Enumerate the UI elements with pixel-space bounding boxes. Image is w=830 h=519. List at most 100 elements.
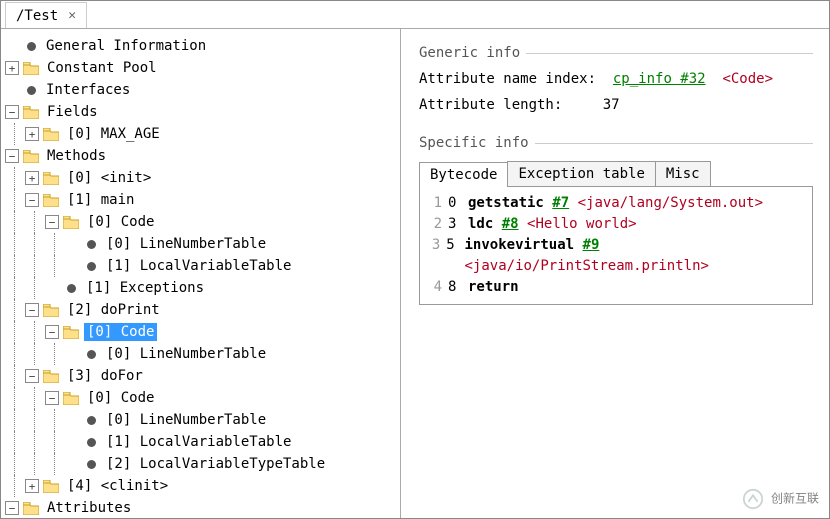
folder-icon	[23, 62, 39, 75]
attr-name-index-row: Attribute name index: cp_info #32 <Code>	[419, 71, 813, 87]
bullet-icon	[87, 416, 96, 425]
tree-fields[interactable]: −Fields	[5, 101, 396, 123]
bytecode-instruction: return	[468, 279, 519, 295]
bytecode-row: 23 ldc #8 <Hello world>	[428, 214, 804, 235]
tree-item-label: [2] LocalVariableTypeTable	[103, 455, 328, 473]
tree-item-label: [0] <init>	[64, 169, 154, 187]
bullet-icon	[87, 460, 96, 469]
tree-method-2[interactable]: − [2] doPrint	[5, 299, 396, 321]
cpinfo-link[interactable]: cp_info #32	[613, 71, 706, 87]
tree-item-label: [0] Code	[84, 213, 157, 231]
tree-attributes[interactable]: − Attributes	[5, 497, 396, 518]
bytecode-lineno: 4	[428, 277, 442, 298]
tree-methods[interactable]: − Methods	[5, 145, 396, 167]
bytecode-offset: 3	[448, 214, 462, 235]
tree-field-0[interactable]: +[0] MAX_AGE	[5, 123, 396, 145]
bytecode-instruction: ldc	[468, 216, 493, 232]
collapse-icon[interactable]: −	[45, 325, 59, 339]
tab-misc[interactable]: Misc	[655, 161, 711, 186]
cpinfo-ref-link[interactable]: #8	[502, 216, 519, 232]
folder-icon	[43, 304, 59, 317]
close-icon[interactable]: ✕	[66, 10, 78, 22]
tree-method-4[interactable]: +[4] <clinit>	[5, 475, 396, 497]
tree-method-1-code[interactable]: − [0] Code	[5, 211, 396, 233]
tree-item-label: [1] LocalVariableTable	[103, 433, 294, 451]
tree-method-2-code[interactable]: − [0] Code	[5, 321, 396, 343]
attr-name-index-label: Attribute name index:	[419, 71, 596, 87]
tree-method-0[interactable]: + [0] <init>	[5, 167, 396, 189]
tree-constant-pool[interactable]: + Constant Pool	[5, 57, 396, 79]
tree-item-label: Methods	[44, 147, 109, 165]
folder-icon	[63, 392, 79, 405]
cpinfo-ref-link[interactable]: #9	[583, 237, 600, 253]
tree-method-3-code[interactable]: −[0] Code	[5, 387, 396, 409]
collapse-icon[interactable]: −	[45, 391, 59, 405]
bytecode-row: 35invokevirtual #9 <java/io/PrintStream.…	[428, 235, 804, 277]
tab-bar: /Test ✕	[1, 1, 829, 29]
folder-icon	[43, 370, 59, 383]
collapse-icon[interactable]: −	[5, 501, 19, 515]
collapse-icon[interactable]: −	[25, 303, 39, 317]
tree-interfaces[interactable]: Interfaces	[5, 79, 396, 101]
expand-icon[interactable]: +	[25, 171, 39, 185]
folder-icon	[43, 128, 59, 141]
expand-icon[interactable]: +	[25, 479, 39, 493]
tree-method-3[interactable]: − [3] doFor	[5, 365, 396, 387]
tree-m3-lnt[interactable]: [0] LineNumberTable	[5, 409, 396, 431]
expand-icon[interactable]: +	[25, 127, 39, 141]
sub-tab-bar: Bytecode Exception table Misc	[419, 161, 813, 187]
bullet-icon	[27, 86, 36, 95]
bytecode-lineno: 2	[428, 214, 442, 235]
attr-length-label: Attribute length:	[419, 97, 562, 113]
tree-item-label: [1] LocalVariableTable	[103, 257, 294, 275]
tree-m3-lvtt[interactable]: [2] LocalVariableTypeTable	[5, 453, 396, 475]
bytecode-desc: <java/io/PrintStream.println>	[465, 258, 709, 274]
tree-item-label: [0] LineNumberTable	[103, 411, 269, 429]
tree-item-label: General Information	[43, 37, 209, 55]
attr-type: <Code>	[722, 71, 773, 87]
bullet-icon	[87, 350, 96, 359]
tab-bytecode[interactable]: Bytecode	[419, 162, 508, 187]
tab-exception-table[interactable]: Exception table	[507, 161, 655, 186]
tree-pane: General Information + Constant Pool Interfa…	[1, 29, 401, 518]
bytecode-desc: <Hello world>	[527, 216, 637, 232]
folder-icon	[23, 502, 39, 515]
tree-method-1[interactable]: −[1] main	[5, 189, 396, 211]
tab-title: /Test	[16, 8, 58, 24]
tree-m2-lnt[interactable]: [0] LineNumberTable	[5, 343, 396, 365]
tree-item-label: [0] Code	[84, 323, 157, 341]
tree-m1-exceptions[interactable]: [1] Exceptions	[5, 277, 396, 299]
tree-item-label: [2] doPrint	[64, 301, 163, 319]
expand-icon[interactable]: +	[5, 61, 19, 75]
tree-general-info[interactable]: General Information	[5, 35, 396, 57]
collapse-icon[interactable]: −	[5, 149, 19, 163]
bytecode-row: 48 return	[428, 277, 804, 298]
generic-info-header: Generic info	[419, 45, 813, 61]
tree-m1-lnt[interactable]: [0] LineNumberTable	[5, 233, 396, 255]
cpinfo-ref-link[interactable]: #7	[552, 195, 569, 211]
collapse-icon[interactable]: −	[25, 193, 39, 207]
tree-item-label: [1] Exceptions	[83, 279, 207, 297]
tree-m1-lvt[interactable]: [1] LocalVariableTable	[5, 255, 396, 277]
collapse-icon[interactable]: −	[25, 369, 39, 383]
tree-item-label: Constant Pool	[44, 59, 160, 77]
bytecode-offset: 5	[446, 235, 458, 277]
detail-pane: Generic info Attribute name index: cp_in…	[401, 29, 829, 518]
folder-icon	[43, 480, 59, 493]
bullet-icon	[67, 284, 76, 293]
bytecode-offset: 0	[448, 193, 462, 214]
bullet-icon	[27, 42, 36, 51]
collapse-icon[interactable]: −	[5, 105, 19, 119]
folder-icon	[43, 194, 59, 207]
tree-item-label: [0] LineNumberTable	[103, 235, 269, 253]
tree-m3-lvt[interactable]: [1] LocalVariableTable	[5, 431, 396, 453]
folder-icon	[23, 150, 39, 163]
tree-item-label: [3] doFor	[64, 367, 146, 385]
bullet-icon	[87, 262, 96, 271]
folder-icon	[23, 106, 39, 119]
watermark: 创新互联	[742, 488, 819, 510]
collapse-icon[interactable]: −	[45, 215, 59, 229]
tree-item-label: Attributes	[44, 499, 134, 517]
file-tab[interactable]: /Test ✕	[5, 2, 87, 28]
bytecode-offset: 8	[448, 277, 462, 298]
